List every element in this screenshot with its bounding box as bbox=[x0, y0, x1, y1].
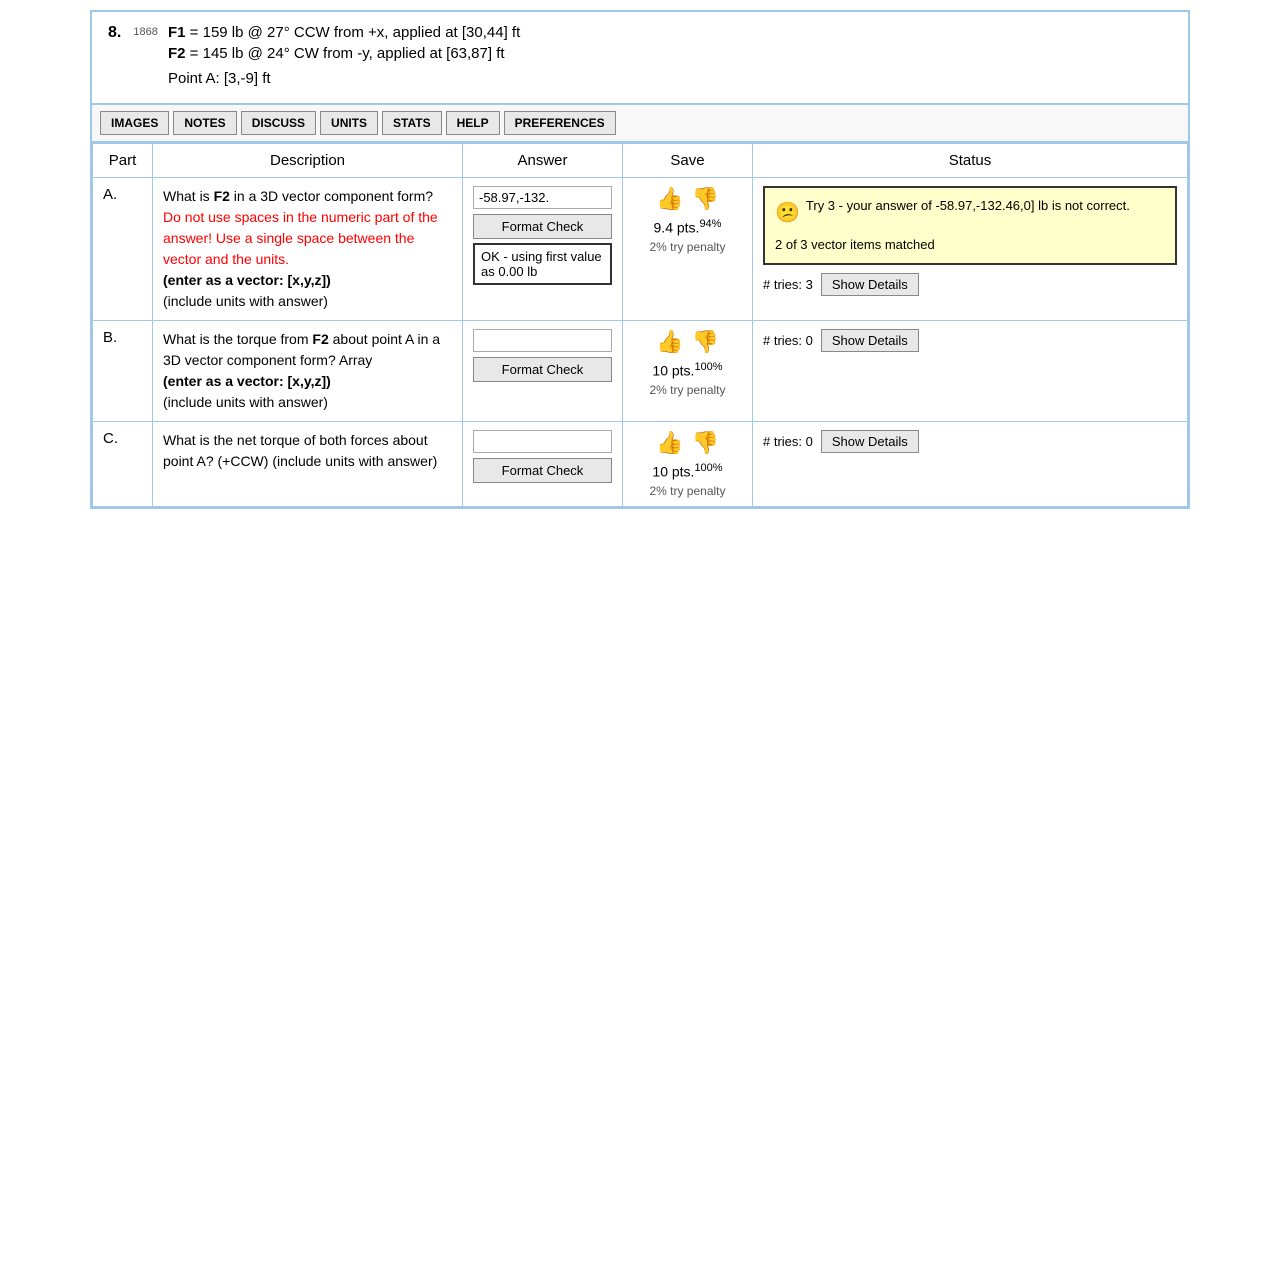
show-details-button-b[interactable]: Show Details bbox=[821, 329, 919, 352]
thumbs-down-a[interactable]: 👎 bbox=[692, 186, 719, 212]
pts-b: 10 pts.100% bbox=[633, 361, 742, 379]
toolbar: IMAGES NOTES DISCUSS UNITS STATS HELP PR… bbox=[92, 105, 1188, 143]
f2-bold-a: F2 bbox=[214, 188, 230, 204]
part-c-status-cell: # tries: 0 Show Details bbox=[753, 422, 1188, 507]
thumbs-up-a[interactable]: 👍 bbox=[656, 186, 683, 212]
part-b-label: B. bbox=[93, 321, 153, 422]
header-part: Part bbox=[93, 144, 153, 178]
status-text-a: Try 3 - your answer of -58.97,-132.46,0]… bbox=[775, 198, 1130, 252]
part-c-description: What is the net torque of both forces ab… bbox=[153, 422, 463, 507]
part-c-answer-cell: Format Check bbox=[463, 422, 623, 507]
part-b-description: What is the torque from F2 about point A… bbox=[153, 321, 463, 422]
tries-count-b: # tries: 0 bbox=[763, 333, 813, 348]
part-a-description: What is F2 in a 3D vector component form… bbox=[153, 178, 463, 321]
discuss-button[interactable]: DISCUSS bbox=[241, 111, 316, 135]
problem-number: 8. bbox=[108, 24, 121, 42]
show-details-button-c[interactable]: Show Details bbox=[821, 430, 919, 453]
part-a-answer-cell: Format Check OK - using first value as 0… bbox=[463, 178, 623, 321]
header-save: Save bbox=[623, 144, 753, 178]
part-b-status-cell: # tries: 0 Show Details bbox=[753, 321, 1188, 422]
red-warning-a: Do not use spaces in the numeric part of… bbox=[163, 209, 438, 267]
part-c-text: What is the net torque of both forces ab… bbox=[163, 432, 437, 469]
thumbs-row-c: 👍 👎 bbox=[633, 430, 742, 456]
part-a-save-cell: 👍 👎 9.4 pts.94% 2% try penalty bbox=[623, 178, 753, 321]
pts-c: 10 pts.100% bbox=[633, 462, 742, 480]
units-button[interactable]: UNITS bbox=[320, 111, 378, 135]
part-a-label: A. bbox=[93, 178, 153, 321]
pts-super-a: 94% bbox=[699, 218, 721, 230]
thumbs-down-b[interactable]: 👎 bbox=[692, 329, 719, 355]
penalty-c: 2% try penalty bbox=[633, 484, 742, 498]
tries-count-c: # tries: 0 bbox=[763, 434, 813, 449]
pts-super-b: 100% bbox=[694, 361, 722, 373]
answer-input-a[interactable] bbox=[473, 186, 612, 209]
notes-button[interactable]: NOTES bbox=[173, 111, 236, 135]
penalty-a: 2% try penalty bbox=[633, 240, 742, 254]
problem-line1: F1 = 159 lb @ 27° CCW from +x, applied a… bbox=[168, 24, 1172, 41]
preferences-button[interactable]: PREFERENCES bbox=[504, 111, 616, 135]
thumbs-down-c[interactable]: 👎 bbox=[692, 430, 719, 456]
vector-format-b: (enter as a vector: [x,y,z]) bbox=[163, 373, 331, 389]
format-result-a: OK - using first value as 0.00 lb bbox=[473, 243, 612, 285]
part-c-save-cell: 👍 👎 10 pts.100% 2% try penalty bbox=[623, 422, 753, 507]
table-row: A. What is F2 in a 3D vector component f… bbox=[93, 178, 1188, 321]
format-check-button-a[interactable]: Format Check bbox=[473, 214, 612, 239]
status-box-a: 😕 Try 3 - your answer of -58.97,-132.46,… bbox=[763, 186, 1177, 265]
penalty-b: 2% try penalty bbox=[633, 383, 742, 397]
part-b-save-cell: 👍 👎 10 pts.100% 2% try penalty bbox=[623, 321, 753, 422]
header-description: Description bbox=[153, 144, 463, 178]
header-status: Status bbox=[753, 144, 1188, 178]
stats-button[interactable]: STATS bbox=[382, 111, 442, 135]
tries-row-c: # tries: 0 Show Details bbox=[763, 430, 1177, 453]
f2-bold-b: F2 bbox=[312, 331, 328, 347]
thumbs-up-c[interactable]: 👍 bbox=[656, 430, 683, 456]
main-table: Part Description Answer Save Status A. W… bbox=[92, 143, 1188, 507]
part-c-label: C. bbox=[93, 422, 153, 507]
units-note-b: (include units with answer) bbox=[163, 394, 328, 410]
header-answer: Answer bbox=[463, 144, 623, 178]
problem-line3: Point A: [3,-9] ft bbox=[168, 70, 1172, 87]
answer-input-b[interactable] bbox=[473, 329, 612, 352]
show-details-button-a[interactable]: Show Details bbox=[821, 273, 919, 296]
format-check-button-c[interactable]: Format Check bbox=[473, 458, 612, 483]
vector-format-a: (enter as a vector: [x,y,z]) bbox=[163, 272, 331, 288]
table-row: C. What is the net torque of both forces… bbox=[93, 422, 1188, 507]
problem-header: 8. 1868 F1 = 159 lb @ 27° CCW from +x, a… bbox=[92, 12, 1188, 105]
thumbs-up-b[interactable]: 👍 bbox=[656, 329, 683, 355]
thumbs-row-a: 👍 👎 bbox=[633, 186, 742, 212]
problem-id: 1868 bbox=[133, 26, 157, 38]
smiley-icon-a: 😕 bbox=[775, 198, 800, 228]
tries-count-a: # tries: 3 bbox=[763, 277, 813, 292]
main-container: 8. 1868 F1 = 159 lb @ 27° CCW from +x, a… bbox=[90, 10, 1190, 509]
pts-super-c: 100% bbox=[694, 462, 722, 474]
help-button[interactable]: HELP bbox=[446, 111, 500, 135]
format-check-button-b[interactable]: Format Check bbox=[473, 357, 612, 382]
problem-text: F1 = 159 lb @ 27° CCW from +x, applied a… bbox=[168, 24, 1172, 87]
thumbs-row-b: 👍 👎 bbox=[633, 329, 742, 355]
part-a-status-cell: 😕 Try 3 - your answer of -58.97,-132.46,… bbox=[753, 178, 1188, 321]
table-row: B. What is the torque from F2 about poin… bbox=[93, 321, 1188, 422]
part-b-answer-cell: Format Check bbox=[463, 321, 623, 422]
tries-row-b: # tries: 0 Show Details bbox=[763, 329, 1177, 352]
problem-line2: F2 = 145 lb @ 24° CW from -y, applied at… bbox=[168, 45, 1172, 62]
tries-row-a: # tries: 3 Show Details bbox=[763, 273, 1177, 296]
images-button[interactable]: IMAGES bbox=[100, 111, 169, 135]
answer-input-c[interactable] bbox=[473, 430, 612, 453]
pts-a: 9.4 pts.94% bbox=[633, 218, 742, 236]
units-note-a: (include units with answer) bbox=[163, 293, 328, 309]
